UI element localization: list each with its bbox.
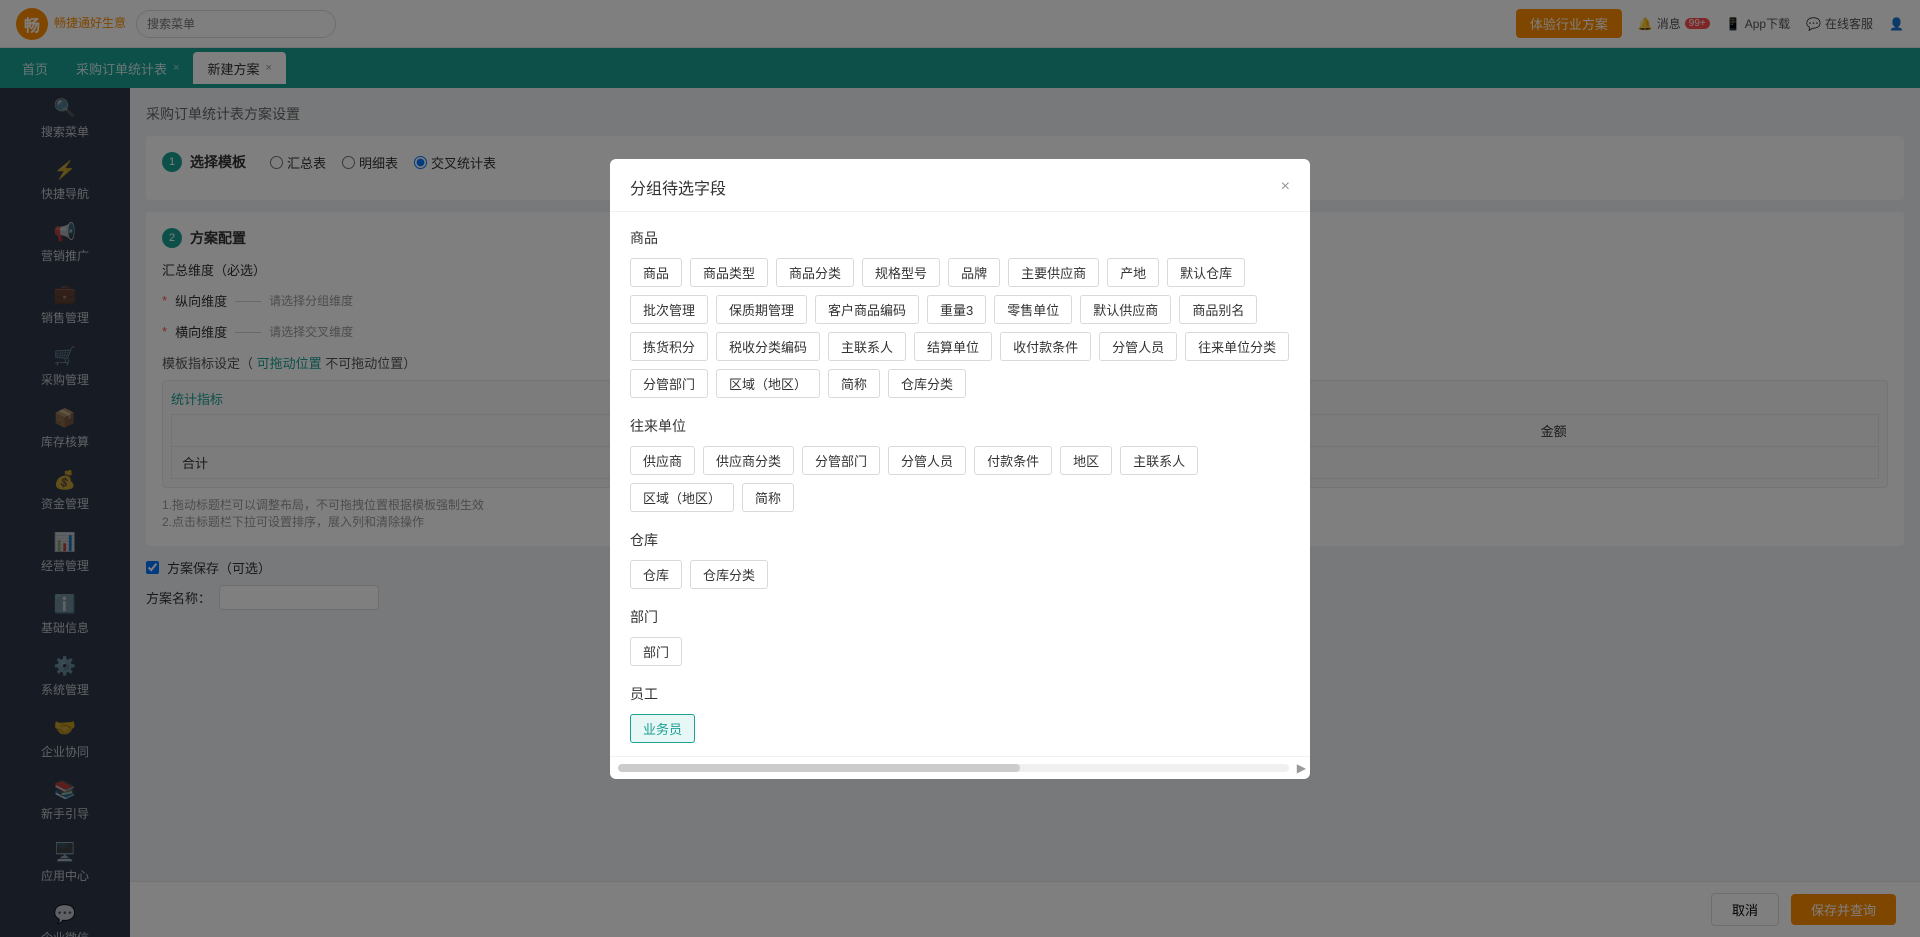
field-tag-brand[interactable]: 品牌 (948, 258, 1000, 287)
field-tag-region[interactable]: 区域（地区） (716, 369, 820, 398)
warehouse-field-tags: 仓库 仓库分类 (630, 560, 1290, 589)
field-tag-weight[interactable]: 重量3 (927, 295, 986, 324)
field-tag-spec-model[interactable]: 规格型号 (862, 258, 940, 287)
partner-section: 往来单位 供应商 供应商分类 分管部门 分管人员 付款条件 地区 主联系人 区域… (630, 416, 1290, 512)
partner-section-title: 往来单位 (630, 416, 1290, 436)
scrollbar-thumb[interactable] (618, 764, 1020, 772)
field-tag-supervisor[interactable]: 分管人员 (1099, 332, 1177, 361)
department-section-title: 部门 (630, 607, 1290, 627)
field-tag-warehouse-category[interactable]: 仓库分类 (888, 369, 966, 398)
product-section: 商品 商品 商品类型 商品分类 规格型号 品牌 主要供应商 产地 默认仓库 批次… (630, 228, 1290, 398)
field-tag-warehouse-cat[interactable]: 仓库分类 (690, 560, 768, 589)
field-tag-main-contact[interactable]: 主联系人 (828, 332, 906, 361)
modal-overlay: 分组待选字段 × 商品 商品 商品类型 商品分类 规格型号 品牌 主要供应商 产… (0, 0, 1920, 937)
partner-field-tags: 供应商 供应商分类 分管部门 分管人员 付款条件 地区 主联系人 区域（地区） … (630, 446, 1290, 512)
modal-dialog: 分组待选字段 × 商品 商品 商品类型 商品分类 规格型号 品牌 主要供应商 产… (610, 159, 1310, 779)
modal-bottom-scrollbar: ▶ (610, 756, 1310, 779)
field-tag-batch-mgmt[interactable]: 批次管理 (630, 295, 708, 324)
field-tag-origin[interactable]: 产地 (1107, 258, 1159, 287)
field-tag-product[interactable]: 商品 (630, 258, 682, 287)
employee-section: 员工 业务员 (630, 684, 1290, 743)
scrollbar-track[interactable] (618, 764, 1289, 772)
field-tag-supplier-category[interactable]: 供应商分类 (703, 446, 794, 475)
field-tag-retail-unit[interactable]: 零售单位 (994, 295, 1072, 324)
field-tag-product-category[interactable]: 商品分类 (776, 258, 854, 287)
warehouse-section: 仓库 仓库 仓库分类 (630, 530, 1290, 589)
field-tag-main-supplier[interactable]: 主要供应商 (1008, 258, 1099, 287)
department-section: 部门 部门 (630, 607, 1290, 666)
field-tag-partner-contact[interactable]: 主联系人 (1120, 446, 1198, 475)
field-tag-supplier[interactable]: 供应商 (630, 446, 695, 475)
field-tag-alias[interactable]: 商品别名 (1179, 295, 1257, 324)
field-tag-partner-region[interactable]: 区域（地区） (630, 483, 734, 512)
employee-section-title: 员工 (630, 684, 1290, 704)
field-tag-partner-supervisor[interactable]: 分管人员 (888, 446, 966, 475)
field-tag-partner-category[interactable]: 往来单位分类 (1185, 332, 1289, 361)
field-tag-shelf-life[interactable]: 保质期管理 (716, 295, 807, 324)
field-tag-warehouse[interactable]: 仓库 (630, 560, 682, 589)
modal-close-button[interactable]: × (1281, 178, 1290, 196)
scroll-right-arrow[interactable]: ▶ (1297, 761, 1310, 775)
field-tag-default-warehouse[interactable]: 默认仓库 (1167, 258, 1245, 287)
field-tag-payment-terms[interactable]: 收付款条件 (1000, 332, 1091, 361)
field-tag-settlement-unit[interactable]: 结算单位 (914, 332, 992, 361)
field-tag-area[interactable]: 地区 (1060, 446, 1112, 475)
employee-field-tags: 业务员 (630, 714, 1290, 743)
field-tag-payment-condition[interactable]: 付款条件 (974, 446, 1052, 475)
warehouse-section-title: 仓库 (630, 530, 1290, 550)
field-tag-salesperson[interactable]: 业务员 (630, 714, 695, 743)
field-tag-customer-code[interactable]: 客户商品编码 (815, 295, 919, 324)
modal-body: 商品 商品 商品类型 商品分类 规格型号 品牌 主要供应商 产地 默认仓库 批次… (610, 212, 1310, 756)
field-tag-partner-shortname[interactable]: 简称 (742, 483, 794, 512)
field-tag-pick-score[interactable]: 拣货积分 (630, 332, 708, 361)
department-field-tags: 部门 (630, 637, 1290, 666)
field-tag-department[interactable]: 部门 (630, 637, 682, 666)
field-tag-shortname[interactable]: 简称 (828, 369, 880, 398)
field-tag-tax-code[interactable]: 税收分类编码 (716, 332, 820, 361)
modal-title: 分组待选字段 (630, 175, 726, 199)
product-section-title: 商品 (630, 228, 1290, 248)
field-tag-product-type[interactable]: 商品类型 (690, 258, 768, 287)
field-tag-dept[interactable]: 分管部门 (630, 369, 708, 398)
modal-header: 分组待选字段 × (610, 159, 1310, 212)
product-field-tags: 商品 商品类型 商品分类 规格型号 品牌 主要供应商 产地 默认仓库 批次管理 … (630, 258, 1290, 398)
field-tag-default-supplier[interactable]: 默认供应商 (1080, 295, 1171, 324)
field-tag-partner-dept[interactable]: 分管部门 (802, 446, 880, 475)
